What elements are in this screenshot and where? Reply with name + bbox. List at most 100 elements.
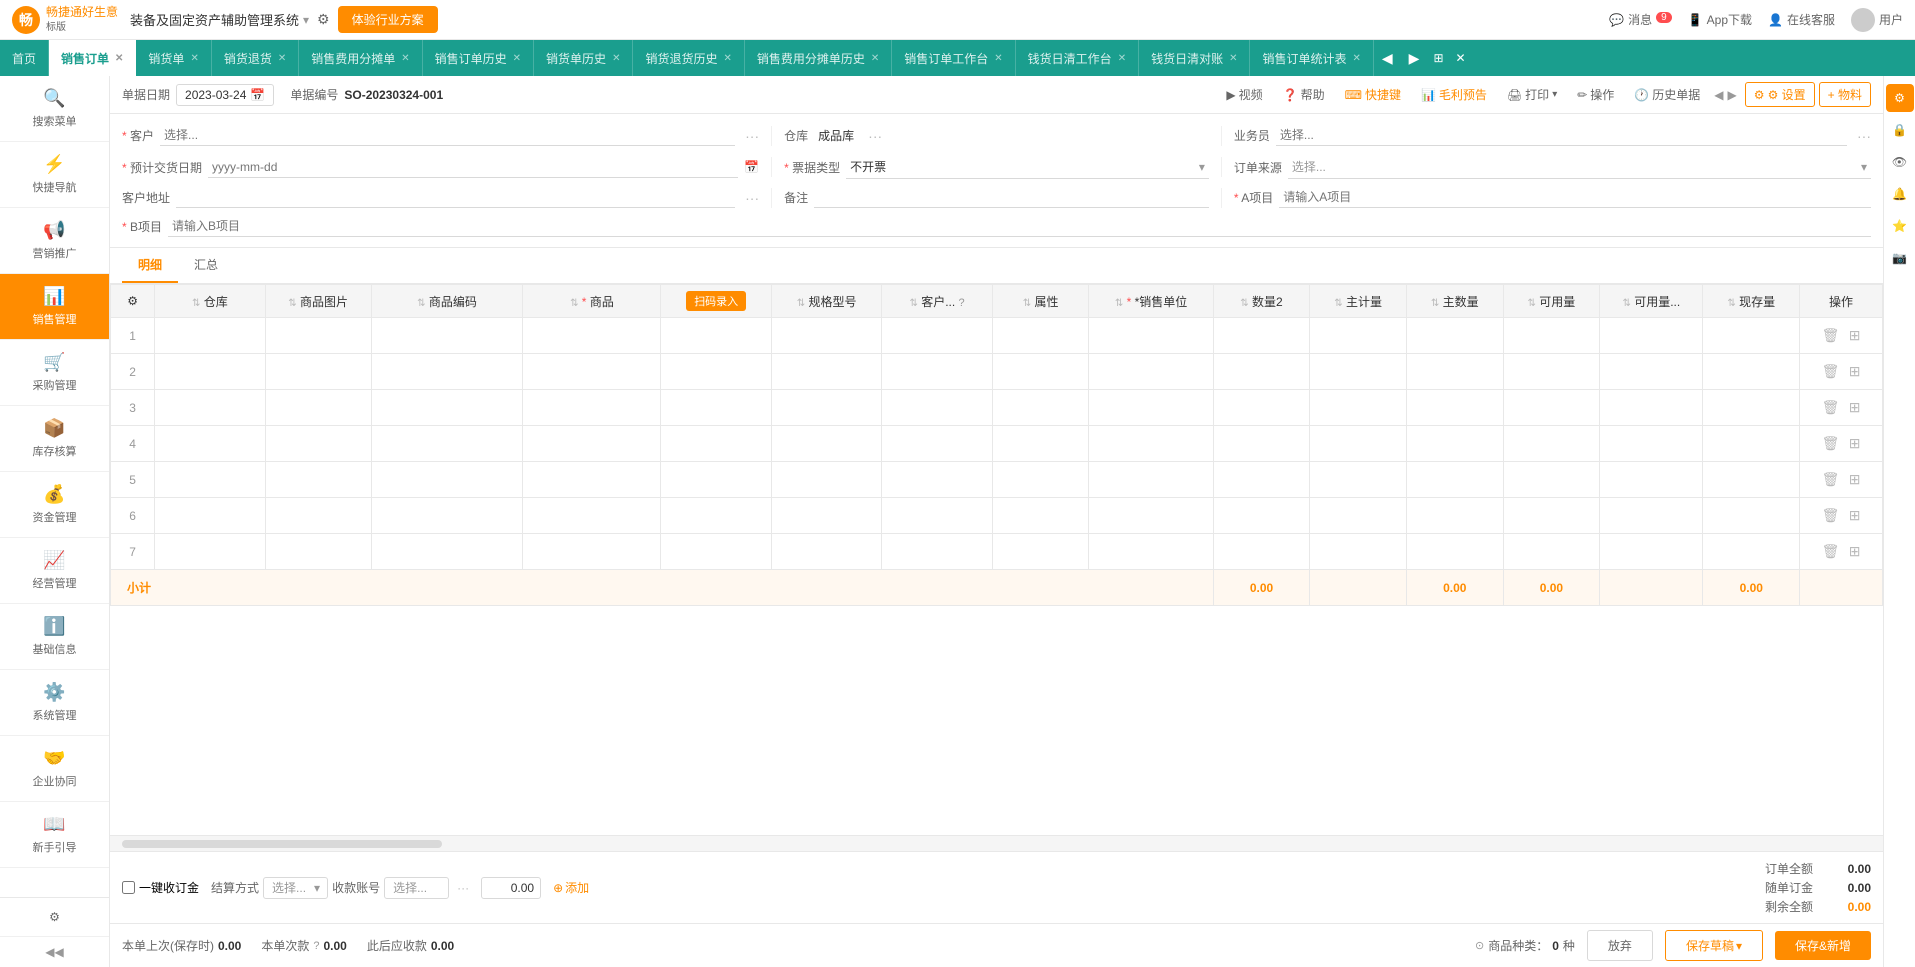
staff-input[interactable] [1276, 125, 1847, 146]
row-action-5[interactable]: 🗑 ⊞ [1800, 462, 1883, 498]
sidebar-item-collaboration[interactable]: 🤝 企业协同 [0, 736, 109, 802]
history-button[interactable]: 🕐 历史单据 [1628, 83, 1706, 106]
col-spec[interactable]: ⇅ 规格型号 [771, 285, 881, 318]
sidebar-item-marketing[interactable]: 📢 营销推广 [0, 208, 109, 274]
rp-scan-button[interactable]: 📷 [1886, 244, 1914, 272]
material-float-button[interactable]: + 物料 [1819, 82, 1871, 107]
col-product[interactable]: ⇅ * 商品 [523, 285, 661, 318]
sidebar-item-system[interactable]: ⚙️ 系统管理 [0, 670, 109, 736]
row-action-6[interactable]: 🗑 ⊞ [1800, 498, 1883, 534]
col-settings[interactable]: ⚙ [111, 285, 155, 318]
row-product-1[interactable] [523, 318, 661, 354]
row-unit-1[interactable] [1089, 318, 1213, 354]
action-button[interactable]: ✏ 操作 [1571, 83, 1620, 106]
invoice-select[interactable]: 不开票 ▾ [846, 155, 1209, 179]
tab-close-icon[interactable]: ✕ [723, 53, 731, 64]
col-scan[interactable]: 扫码录入 [661, 285, 771, 318]
online-service-item[interactable]: 👤 在线客服 [1768, 11, 1835, 28]
tab-close-icon[interactable]: ✕ [513, 53, 521, 64]
tab-home[interactable]: 首页 [0, 40, 49, 76]
customer-more-icon[interactable]: ··· [745, 128, 759, 144]
row-available2-1[interactable] [1600, 318, 1703, 354]
add-button[interactable]: ⊕ 添加 [553, 879, 589, 896]
row-customer-code-1[interactable] [882, 318, 992, 354]
tab-close-icon[interactable]: ✕ [115, 53, 123, 64]
industry-button[interactable]: 体验行业方案 [338, 6, 438, 33]
tab-sales-expense[interactable]: 销售费用分摊单 ✕ [299, 40, 422, 76]
tab-close-icon[interactable]: ✕ [871, 53, 879, 64]
project-b-input[interactable] [168, 216, 1871, 237]
message-item[interactable]: 💬 消息 9 [1609, 11, 1672, 28]
sidebar-item-finance[interactable]: 💰 资金管理 [0, 472, 109, 538]
row-main-qty-1[interactable] [1406, 318, 1503, 354]
col-unit[interactable]: ⇅ * *销售单位 [1089, 285, 1213, 318]
delivery-input[interactable] [208, 157, 738, 178]
shortcut-button[interactable]: ⌨ 快捷键 [1339, 83, 1407, 106]
rp-settings-button[interactable]: ⚙ [1886, 84, 1914, 112]
staff-more-icon[interactable]: ··· [1857, 128, 1871, 144]
copy-icon[interactable]: ⊞ [1846, 327, 1864, 343]
rp-star-button[interactable]: ⭐ [1886, 212, 1914, 240]
rp-eye-button[interactable]: 👁 [1886, 148, 1914, 176]
sidebar-item-inventory[interactable]: 📦 库存核算 [0, 406, 109, 472]
help-button[interactable]: ❓ 帮助 [1277, 83, 1331, 106]
tab-return-history[interactable]: 销货退货历史 ✕ [633, 40, 744, 76]
delete-icon[interactable]: 🗑 [1819, 507, 1843, 523]
row-spec-1[interactable] [771, 318, 881, 354]
sidebar-collapse-button[interactable]: ◀◀ [0, 937, 109, 967]
tab-close-icon[interactable]: ✕ [1118, 53, 1126, 64]
tab-close-icon[interactable]: ✕ [1229, 53, 1237, 64]
tab-sales-return[interactable]: 销货退货 ✕ [212, 40, 299, 76]
row-action-2[interactable]: 🗑 ⊞ [1800, 354, 1883, 390]
col-stock[interactable]: ⇅ 现存量 [1703, 285, 1800, 318]
tab-sales-order-history[interactable]: 销售订单历史 ✕ [423, 40, 534, 76]
tab-sales-stats[interactable]: 销售订单统计表 ✕ [1250, 40, 1373, 76]
tab-close-icon[interactable]: ✕ [190, 53, 198, 64]
sidebar-settings-icon[interactable]: ⚙ [0, 898, 109, 937]
tab-close-icon[interactable]: ✕ [401, 53, 409, 64]
row-action-4[interactable]: 🗑 ⊞ [1800, 426, 1883, 462]
delete-icon[interactable]: 🗑 [1819, 471, 1843, 487]
tab-summary[interactable]: 汇总 [178, 248, 234, 283]
copy-icon[interactable]: ⊞ [1846, 435, 1864, 451]
row-scan-1[interactable] [661, 318, 771, 354]
tab-close-icon[interactable]: ✕ [1353, 53, 1361, 64]
horizontal-scrollbar[interactable] [122, 840, 442, 848]
order-source-select[interactable]: 选择... ▾ [1288, 155, 1871, 179]
warehouse-more-icon[interactable]: ··· [868, 128, 882, 144]
tab-daily-reconcile[interactable]: 钱货日清对账 ✕ [1139, 40, 1250, 76]
row-image-1[interactable] [265, 318, 371, 354]
delete-icon[interactable]: 🗑 [1819, 435, 1843, 451]
save-new-button[interactable]: 保存&新增 [1775, 931, 1871, 960]
row-stock-1[interactable] [1703, 318, 1800, 354]
row-action-1[interactable]: 🗑 ⊞ [1800, 318, 1883, 354]
col-customer-code[interactable]: ⇅ 客户... ? [882, 285, 992, 318]
tab-sales-order[interactable]: 销售订单 ✕ [49, 40, 136, 76]
row-action-7[interactable]: 🗑 ⊞ [1800, 534, 1883, 570]
delete-icon[interactable]: 🗑 [1819, 543, 1843, 559]
system-selector[interactable]: 装备及固定资产辅助管理系统 ▾ [130, 10, 309, 29]
date-input[interactable]: 2023-03-24 📅 [176, 84, 274, 106]
sidebar-item-operations[interactable]: 📈 经营管理 [0, 538, 109, 604]
amount-input[interactable] [481, 877, 541, 899]
customer-input[interactable] [160, 125, 735, 146]
col-attributes[interactable]: ⇅ 属性 [992, 285, 1089, 318]
nav-prev-icon[interactable]: ◀ [1714, 88, 1723, 102]
nav-next-icon[interactable]: ▶ [1728, 88, 1737, 102]
sidebar-item-sales[interactable]: 📊 销售管理 [0, 274, 109, 340]
col-image[interactable]: ⇅ 商品图片 [265, 285, 371, 318]
tab-more-button[interactable]: ⊞ [1427, 40, 1449, 76]
address-more-icon[interactable]: ··· [745, 190, 759, 206]
settings-float-button[interactable]: ⚙ ⚙ 设置 [1745, 82, 1815, 107]
copy-icon[interactable]: ⊞ [1846, 471, 1864, 487]
row-available-1[interactable] [1503, 318, 1600, 354]
sidebar-item-basic-info[interactable]: ℹ️ 基础信息 [0, 604, 109, 670]
row-sku-1[interactable] [371, 318, 523, 354]
col-qty2[interactable]: ⇅ 数量2 [1213, 285, 1310, 318]
tab-close-icon[interactable]: ✕ [994, 53, 1002, 64]
sidebar-item-purchase[interactable]: 🛒 采购管理 [0, 340, 109, 406]
print-button[interactable]: 🖨 打印 ▾ [1501, 83, 1563, 106]
row-warehouse-1[interactable] [155, 318, 265, 354]
copy-icon[interactable]: ⊞ [1846, 507, 1864, 523]
remark-input[interactable] [814, 187, 1209, 208]
